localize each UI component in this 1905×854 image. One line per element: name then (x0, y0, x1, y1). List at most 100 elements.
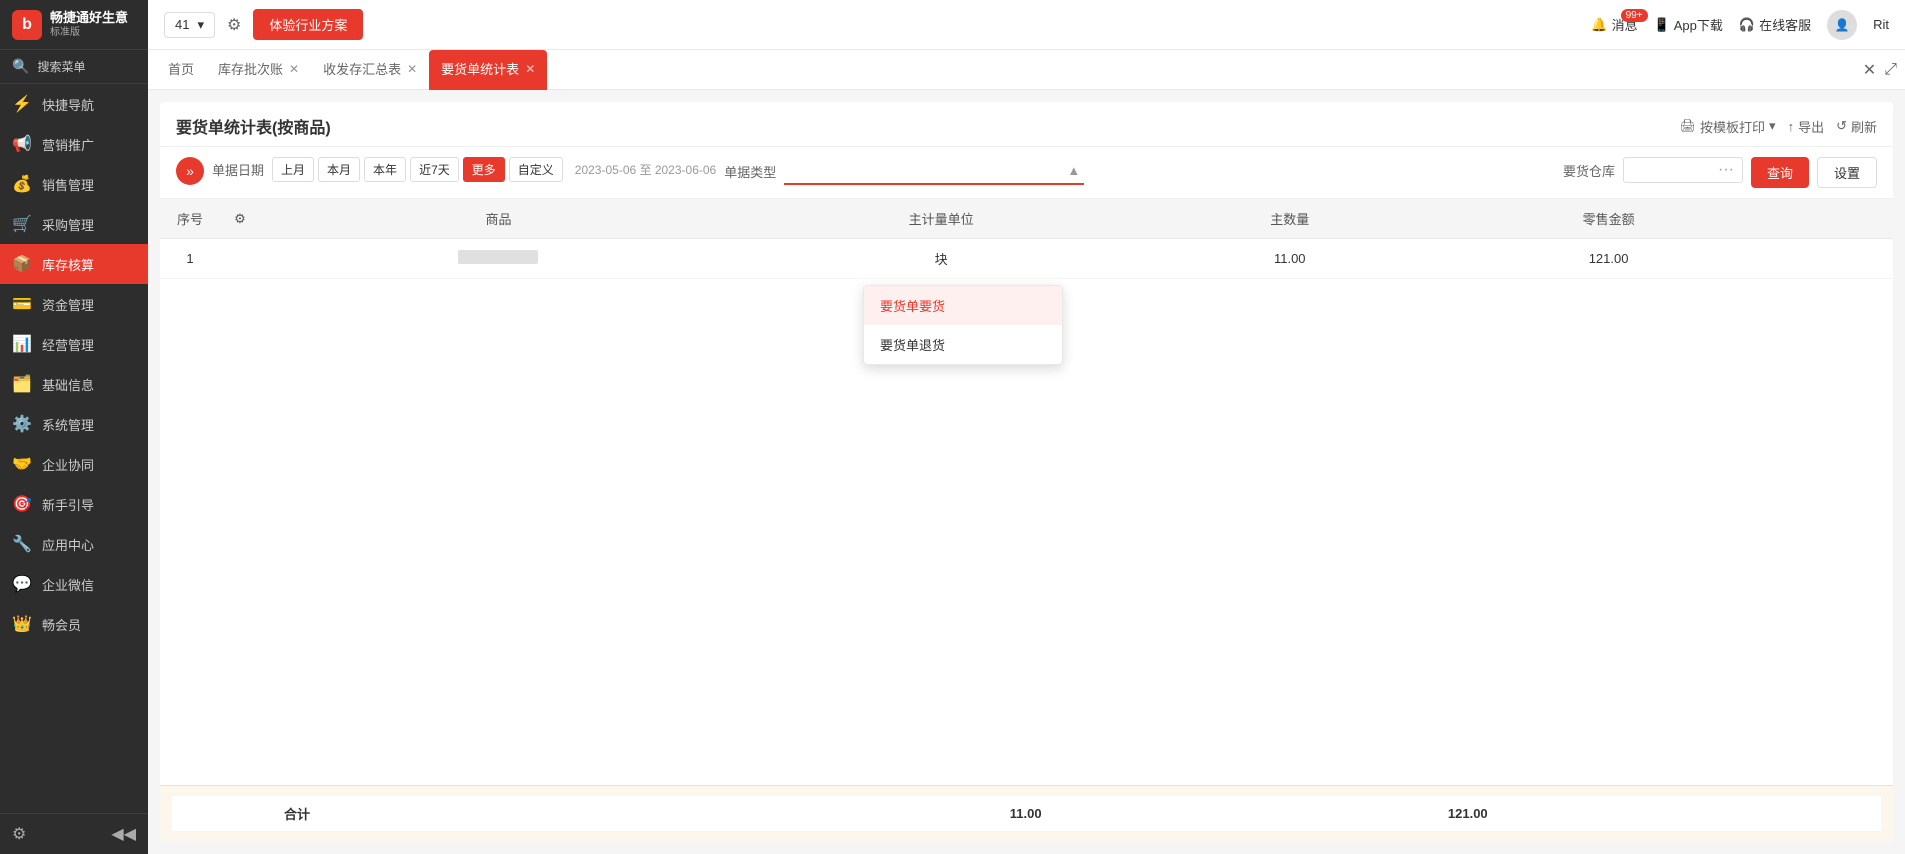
footer-label: 合计 (272, 796, 642, 832)
last-month-btn[interactable]: 上月 (272, 157, 314, 182)
sidebar-logo: b 畅捷通好生意 标准版 (0, 0, 148, 50)
sidebar-item-sales[interactable]: 💰 销售管理 (0, 164, 148, 204)
marketing-icon: 📢 (12, 134, 32, 154)
filter-bar: » 单据日期 上月 本月 本年 近7天 更多 自定义 2023-05-06 至 … (160, 147, 1893, 199)
more-date-btn[interactable]: 更多 (463, 157, 505, 182)
page-header-actions: 🖨 按模板打印 ▾ ↑ 导出 ↺ 刷新 (1680, 117, 1878, 136)
settings-footer-icon[interactable]: ⚙ (12, 824, 26, 844)
chevron-down-icon: ▾ (197, 17, 204, 33)
dropdown-item-order[interactable]: 要货单要货 (864, 286, 1062, 325)
sidebar-item-wechat[interactable]: 💬 企业微信 (0, 564, 148, 604)
sidebar-item-inventory[interactable]: 📦 库存核算 (0, 244, 148, 284)
member-icon: 👑 (12, 614, 32, 634)
app-logo-icon: b (12, 10, 42, 40)
sidebar-item-operations[interactable]: 📊 经营管理 (0, 324, 148, 364)
dropdown-item-return[interactable]: 要货单退货 (864, 325, 1062, 364)
footer-empty (1704, 796, 1881, 832)
expand-tabs-btn[interactable]: ⤢ (1884, 61, 1897, 79)
settings-btn[interactable]: 设置 (1817, 157, 1877, 188)
sidebar-item-purchase[interactable]: 🛒 采购管理 (0, 204, 148, 244)
notification-badge: 99+ (1621, 9, 1648, 22)
trial-btn[interactable]: 体验行业方案 (253, 9, 363, 40)
warehouse-more-icon: ··· (1718, 161, 1734, 179)
tabs-actions: ✕ ⤢ (1863, 60, 1897, 80)
close-all-tabs-btn[interactable]: ✕ (1863, 60, 1876, 80)
last-7-days-btn[interactable]: 近7天 (410, 157, 459, 182)
this-month-btn[interactable]: 本月 (318, 157, 360, 182)
username-label[interactable]: Rit (1873, 17, 1889, 32)
sidebar-item-marketing[interactable]: 📢 营销推广 (0, 124, 148, 164)
warehouse-filter-select[interactable]: ··· (1623, 157, 1743, 183)
filter-expand-btn[interactable]: » (176, 157, 204, 185)
sidebar-item-guide[interactable]: 🎯 新手引导 (0, 484, 148, 524)
sidebar-item-app-center[interactable]: 🔧 应用中心 (0, 524, 148, 564)
page-header: 要货单统计表(按商品) 🖨 按模板打印 ▾ ↑ 导出 ↺ 刷新 (160, 102, 1893, 147)
col-qty: 主数量 (1145, 199, 1434, 239)
page-title: 要货单统计表(按商品) (176, 114, 331, 138)
sidebar-footer: ⚙ ◀◀ (0, 813, 148, 854)
sidebar-item-member[interactable]: 👑 畅会员 (0, 604, 148, 644)
date-filter-label: 单据日期 (212, 160, 264, 179)
search-icon: 🔍 (12, 58, 29, 75)
content-area: 要货单统计表(按商品) 🖨 按模板打印 ▾ ↑ 导出 ↺ 刷新 (148, 90, 1905, 854)
notifications-btn[interactable]: 🔔 消息 99+ (1591, 15, 1637, 34)
cell-unit: 块 (737, 239, 1145, 279)
footer-unit-cell (642, 796, 819, 832)
sidebar-item-system[interactable]: ⚙️ 系统管理 (0, 404, 148, 444)
col-gear[interactable]: ⚙ (220, 199, 260, 239)
cell-gear (220, 239, 260, 279)
wechat-icon: 💬 (12, 574, 32, 594)
custom-date-btn[interactable]: 自定义 (509, 157, 563, 182)
online-service-btn[interactable]: 🎧 在线客服 (1739, 15, 1811, 34)
export-icon: ↑ (1788, 119, 1795, 134)
data-table: 序号 ⚙ 商品 主计量单位 主数量 零售金额 1 (160, 199, 1893, 279)
sales-icon: 💰 (12, 174, 32, 194)
tab-close-receive-summary[interactable]: ✕ (407, 62, 417, 76)
headset-icon: 🎧 (1739, 17, 1755, 33)
app-logo-text: 畅捷通好生意 标准版 (50, 10, 128, 40)
col-empty (1783, 199, 1893, 239)
sidebar-item-base-info[interactable]: 🗂️ 基础信息 (0, 364, 148, 404)
company-selector[interactable]: 41 ▾ (164, 12, 215, 38)
topbar-gear-icon[interactable]: ⚙ (227, 15, 241, 35)
this-year-btn[interactable]: 本年 (364, 157, 406, 182)
cell-seq: 1 (160, 239, 220, 279)
tab-close-order-stats[interactable]: ✕ (525, 62, 535, 76)
main-area: 41 ▾ ⚙ 体验行业方案 🔔 消息 99+ 📱 App下载 🎧 在线客服 👤 … (148, 0, 1905, 854)
col-amount: 零售金额 (1434, 199, 1783, 239)
cell-product (260, 239, 737, 279)
system-icon: ⚙️ (12, 414, 32, 434)
app-center-icon: 🔧 (12, 534, 32, 554)
collapse-icon[interactable]: ◀◀ (111, 824, 136, 844)
user-avatar[interactable]: 👤 (1827, 10, 1857, 40)
type-filter-select[interactable]: ▲ (784, 157, 1084, 185)
footer-table: 合计 11.00 121.00 (172, 796, 1881, 832)
tab-receive-summary[interactable]: 收发存汇总表 ✕ (311, 50, 429, 90)
tab-inventory-batch[interactable]: 库存批次账 ✕ (206, 50, 311, 90)
tabs-bar: 首页 库存批次账 ✕ 收发存汇总表 ✕ 要货单统计表 ✕ ✕ ⤢ (148, 50, 1905, 90)
query-btn[interactable]: 查询 (1751, 157, 1809, 188)
operations-icon: 📊 (12, 334, 32, 354)
phone-icon: 📱 (1654, 17, 1670, 33)
tab-order-stats[interactable]: 要货单统计表 ✕ (429, 50, 547, 90)
sidebar-item-finance[interactable]: 💳 资金管理 (0, 284, 148, 324)
cell-qty: 11.00 (1145, 239, 1434, 279)
tab-home[interactable]: 首页 (156, 50, 206, 90)
guide-icon: 🎯 (12, 494, 32, 514)
purchase-icon: 🛒 (12, 214, 32, 234)
refresh-btn[interactable]: ↺ 刷新 (1836, 117, 1877, 136)
expand-icon: » (186, 163, 194, 179)
quick-nav-icon: ⚡ (12, 94, 32, 114)
sidebar-item-quick-nav[interactable]: ⚡ 快捷导航 (0, 84, 148, 124)
inventory-icon: 📦 (12, 254, 32, 274)
footer-amount: 121.00 (1232, 796, 1703, 832)
print-template-btn[interactable]: 🖨 按模板打印 ▾ (1680, 117, 1776, 136)
tab-close-inventory-batch[interactable]: ✕ (289, 62, 299, 76)
sidebar-search[interactable]: 🔍 搜索菜单 (0, 50, 148, 84)
topbar-right: 🔔 消息 99+ 📱 App下载 🎧 在线客服 👤 Rit (1591, 10, 1889, 40)
date-filter-buttons: 上月 本月 本年 近7天 更多 自定义 (272, 157, 563, 182)
sidebar-item-enterprise[interactable]: 🤝 企业协同 (0, 444, 148, 484)
chevron-up-type-icon: ▲ (1067, 163, 1080, 178)
app-download-btn[interactable]: 📱 App下载 (1654, 15, 1723, 34)
export-btn[interactable]: ↑ 导出 (1788, 117, 1825, 136)
